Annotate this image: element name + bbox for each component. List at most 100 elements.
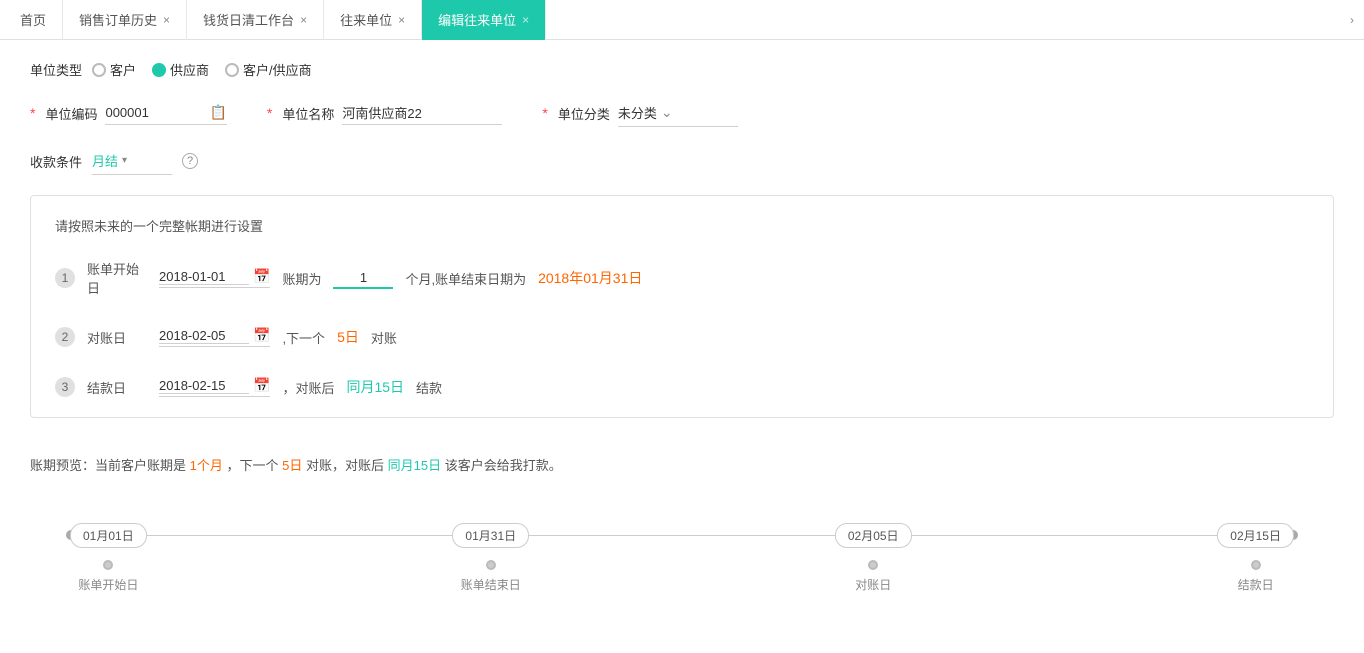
period-num-1: 1 [55, 268, 75, 288]
timeline-badge-3: 02月05日 [835, 523, 912, 548]
unit-info-row: * 单位编码 📋 * 单位名称 * 单位分类 未分类 ⌄ [30, 99, 1334, 127]
period-desc-after-2: 对账 [371, 328, 397, 347]
radio-both-circle [225, 63, 239, 77]
radio-supplier-label: 供应商 [170, 60, 209, 79]
period-date-1: 📅 [159, 268, 270, 288]
payment-terms-select[interactable]: 月结 ▾ [92, 147, 172, 175]
timeline-dot-4 [1251, 560, 1261, 570]
tab-home[interactable]: 首页 [0, 0, 63, 40]
period-label-3: 结款日 [87, 378, 147, 397]
preview-suffix: 该客户会给我打款。 [445, 458, 562, 473]
calendar-icon-2[interactable]: 📅 [253, 327, 270, 344]
period-desc-after-3: 结款 [416, 378, 442, 397]
period-row-2: 2 对账日 📅 ,下一个 5日 对账 [55, 327, 1309, 347]
timeline-points: 01月01日 账单开始日 01月31日 账单结束日 02月05日 对账日 02月… [70, 523, 1294, 593]
unit-type-radio-group: 客户 供应商 客户/供应商 [92, 60, 312, 79]
timeline-label-4: 结款日 [1238, 576, 1274, 593]
radio-customer-label: 客户 [110, 60, 136, 79]
period-highlight-1: 2018年01月31日 [538, 268, 642, 288]
calendar-icon-3[interactable]: 📅 [253, 377, 270, 394]
timeline-point-4: 02月15日 结款日 [1217, 523, 1294, 593]
period-highlight-2: 5日 [337, 327, 359, 347]
tab-home-label: 首页 [20, 10, 46, 29]
timeline-point-3: 02月05日 对账日 [835, 523, 912, 593]
timeline-label-2: 账单结束日 [461, 576, 521, 593]
preview-mid1: ，下一个 [227, 458, 279, 473]
preview-highlight3: 同月15日 [388, 458, 441, 473]
timeline-point-2: 01月31日 账单结束日 [452, 523, 529, 593]
unit-category-value: 未分类 [618, 103, 657, 122]
radio-supplier-circle [152, 63, 166, 77]
payment-terms-row: 收款条件 月结 ▾ ? [30, 147, 1334, 175]
tabs-scroll-arrow[interactable]: › [1340, 0, 1364, 40]
tab-sales-history-close[interactable]: × [163, 13, 170, 27]
calendar-icon-1[interactable]: 📅 [253, 268, 270, 285]
unit-name-label: 单位名称 [282, 104, 334, 123]
unit-category-label: 单位分类 [558, 104, 610, 123]
period-label-1: 账单开始日 [87, 259, 147, 297]
month-input[interactable] [333, 268, 393, 289]
page-content: 单位类型 客户 供应商 客户/供应商 * 单位编码 📋 [0, 40, 1364, 653]
radio-customer-circle [92, 63, 106, 77]
tab-edit-partner-label: 编辑往来单位 [438, 10, 516, 29]
unit-category-star: * [542, 105, 547, 121]
tab-cash-desk-label: 钱货日清工作台 [203, 10, 294, 29]
period-desc-before-2: ,下一个 [282, 328, 325, 347]
unit-code-input[interactable] [105, 101, 205, 124]
timeline-badge-1: 01月01日 [70, 523, 147, 548]
unit-code-icon[interactable]: 📋 [209, 104, 226, 121]
period-section: 请按照未来的一个完整帐期进行设置 1 账单开始日 📅 账期为 个月,账单结束日期… [30, 195, 1334, 418]
preview-text: 账期预览：当前客户账期是 1个月 ，下一个 5日 对账，对账后 同月15日 该客… [30, 458, 562, 473]
radio-customer[interactable]: 客户 [92, 60, 136, 79]
unit-code-input-wrapper: 📋 [105, 101, 226, 125]
timeline-section: 01月01日 账单开始日 01月31日 账单结束日 02月05日 对账日 02月… [30, 493, 1334, 633]
period-date-input-2[interactable] [159, 328, 249, 344]
unit-category-group: * 单位分类 未分类 ⌄ [542, 99, 737, 127]
tab-sales-history-label: 销售订单历史 [79, 10, 157, 29]
period-row-3: 3 结款日 📅 ，对账后 同月15日 结款 [55, 377, 1309, 397]
tab-sales-history[interactable]: 销售订单历史 × [63, 0, 187, 40]
period-label-2: 对账日 [87, 328, 147, 347]
help-icon[interactable]: ? [182, 153, 198, 169]
period-highlight-3: 同月15日 [346, 377, 404, 397]
radio-both[interactable]: 客户/供应商 [225, 60, 312, 79]
unit-category-select[interactable]: 未分类 ⌄ [618, 99, 738, 127]
section-title: 请按照未来的一个完整帐期进行设置 [55, 216, 1309, 235]
period-date-input-1[interactable] [159, 269, 249, 285]
tabs-bar: 首页 销售订单历史 × 钱货日清工作台 × 往来单位 × 编辑往来单位 × › [0, 0, 1364, 40]
period-num-3: 3 [55, 377, 75, 397]
period-desc-after-1: 个月,账单结束日期为 [405, 269, 526, 288]
preview-highlight1: 1个月 [190, 458, 223, 473]
tab-edit-partner-close[interactable]: × [522, 13, 529, 27]
period-desc-before-1: 账期为 [282, 269, 321, 288]
tab-partner-label: 往来单位 [340, 10, 392, 29]
unit-category-arrow: ⌄ [661, 104, 673, 121]
payment-terms-value: 月结 [92, 151, 118, 170]
preview-prefix: 账期预览：当前客户账期是 [30, 458, 186, 473]
tab-cash-desk-close[interactable]: × [300, 13, 307, 27]
timeline-badge-4: 02月15日 [1217, 523, 1294, 548]
unit-type-label: 单位类型 [30, 60, 82, 79]
timeline-point-1: 01月01日 账单开始日 [70, 523, 147, 593]
timeline-dot-3 [868, 560, 878, 570]
timeline-dot-2 [486, 560, 496, 570]
unit-name-group: * 单位名称 [267, 101, 502, 125]
period-date-input-3[interactable] [159, 378, 249, 394]
tab-partner[interactable]: 往来单位 × [324, 0, 422, 40]
tab-edit-partner[interactable]: 编辑往来单位 × [422, 0, 546, 40]
payment-terms-label: 收款条件 [30, 152, 82, 171]
payment-terms-arrow: ▾ [122, 155, 127, 166]
unit-name-star: * [267, 105, 272, 121]
radio-supplier[interactable]: 供应商 [152, 60, 209, 79]
unit-name-input[interactable] [342, 101, 502, 125]
preview-section: 账期预览：当前客户账期是 1个月 ，下一个 5日 对账，对账后 同月15日 该客… [30, 438, 1334, 493]
unit-code-label: 单位编码 [45, 104, 97, 123]
timeline-label-1: 账单开始日 [78, 576, 138, 593]
preview-highlight2: 5日 [282, 458, 302, 473]
timeline-dot-1 [103, 560, 113, 570]
unit-code-group: * 单位编码 📋 [30, 101, 227, 125]
period-desc-before-3: ，对账后 [282, 378, 334, 397]
preview-mid2: 对账，对账后 [306, 458, 384, 473]
tab-partner-close[interactable]: × [398, 13, 405, 27]
tab-cash-desk[interactable]: 钱货日清工作台 × [187, 0, 324, 40]
